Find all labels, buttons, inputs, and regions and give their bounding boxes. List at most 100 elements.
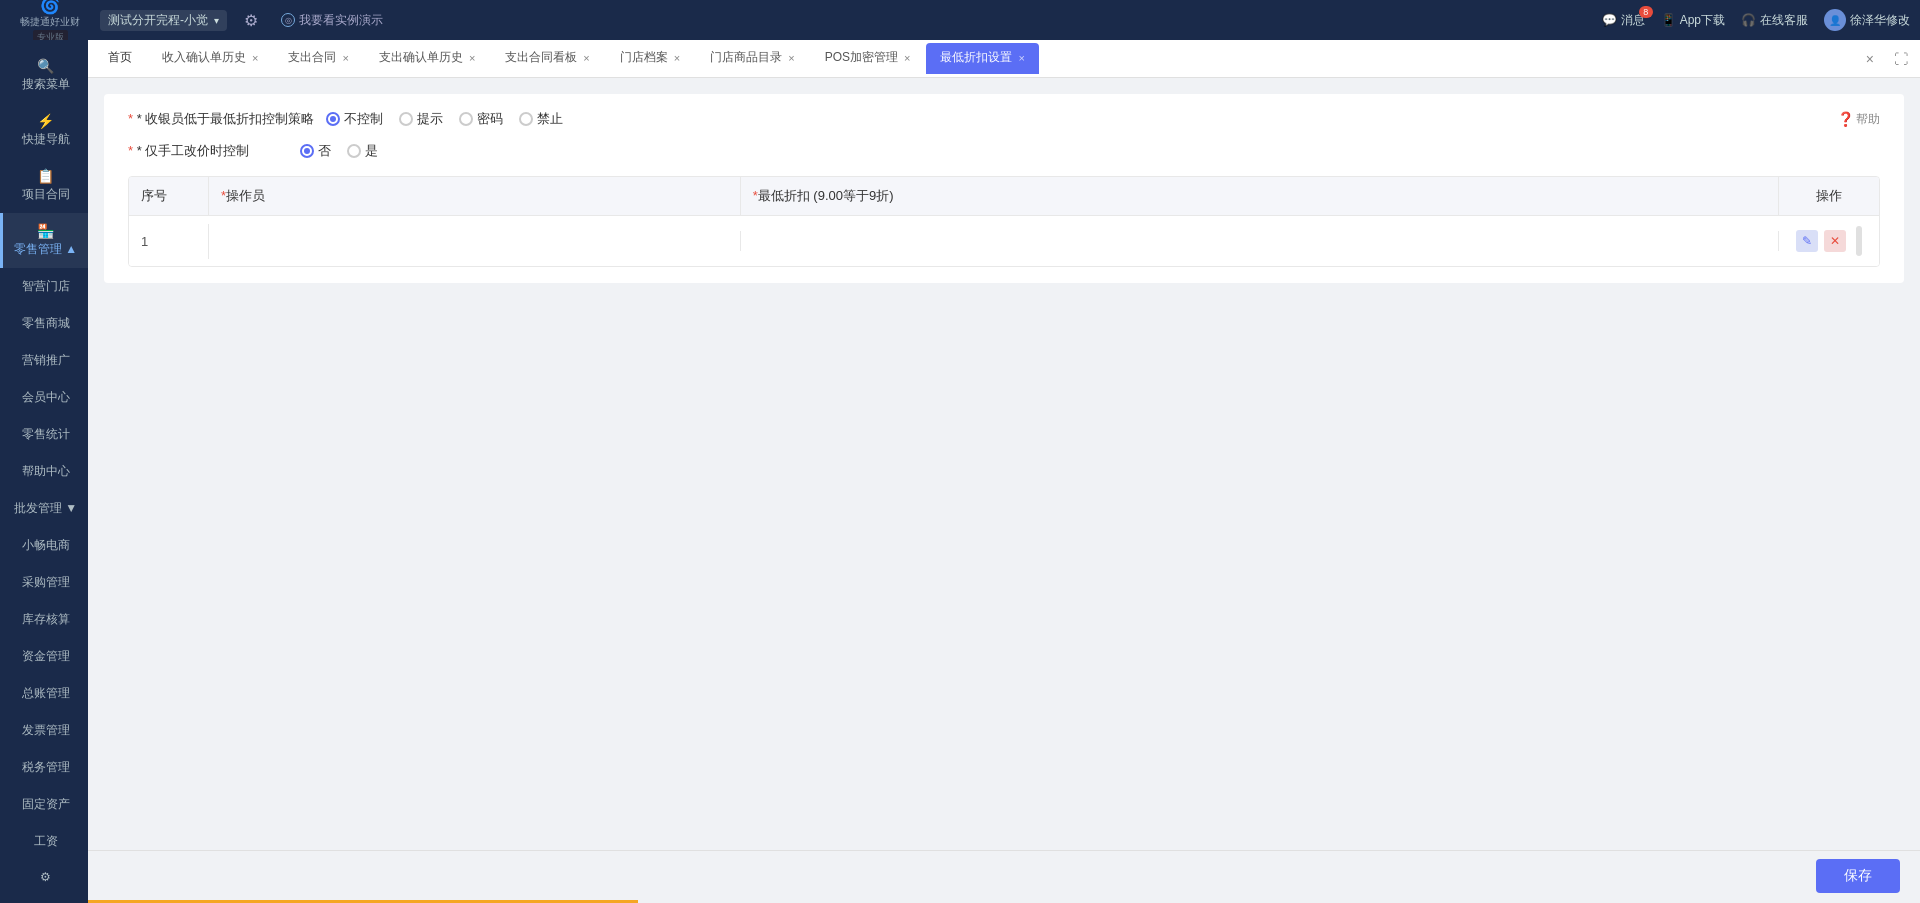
edit-button[interactable]: ✎ <box>1796 230 1818 252</box>
tab-label: 支出确认单历史 <box>379 49 463 66</box>
topbar-settings-button[interactable]: ⚙ <box>237 6 265 34</box>
sidebar-item-ledger[interactable]: 总账管理 <box>0 675 88 712</box>
topbar-right: 💬 消息 8 📱 App下载 🎧 在线客服 👤 徐泽华修改 <box>1602 9 1910 31</box>
sidebar-item-label: 工资 <box>34 833 58 850</box>
sidebar-item-label: 项目合同 <box>22 186 70 203</box>
tab-store-files[interactable]: 门店档案 × <box>606 43 694 74</box>
sidebar-settings-button[interactable]: ⚙ <box>0 860 88 894</box>
sidebar-item-members[interactable]: 会员中心 <box>0 379 88 416</box>
tab-close-icon[interactable]: × <box>252 52 258 64</box>
tab-close-icon[interactable]: × <box>583 52 589 64</box>
save-button[interactable]: 保存 <box>1816 859 1900 893</box>
tab-close-icon[interactable]: × <box>1018 52 1024 64</box>
required-star: * <box>221 188 226 203</box>
help-link[interactable]: ❓ 帮助 <box>1837 111 1880 128</box>
close-tab-button[interactable]: × <box>1860 49 1880 69</box>
th-seq: 序号 <box>129 177 209 215</box>
td-seq: 1 <box>129 224 209 259</box>
topbar: 🌀 畅捷通好业财 专业版 测试分开完程-小觉 ▾ ⚙ ◎ 我要看实例演示 💬 消… <box>0 0 1920 40</box>
tab-payment-confirm-history[interactable]: 支出确认单历史 × <box>365 43 489 74</box>
radio-no[interactable] <box>300 144 314 158</box>
sidebar-item-salary[interactable]: 工资 <box>0 823 88 860</box>
option-password[interactable]: 密码 <box>459 110 503 128</box>
tab-bar: 首页 收入确认单历史 × 支出合同 × 支出确认单历史 × 支出合同看板 × 门… <box>88 40 1920 78</box>
sidebar-item-label: 帮助中心 <box>22 463 70 480</box>
user-name: 徐泽华修改 <box>1850 12 1910 29</box>
tab-store-catalog[interactable]: 门店商品目录 × <box>696 43 808 74</box>
sidebar-item-ecommerce[interactable]: 小畅电商 <box>0 527 88 564</box>
sidebar-item-marketing[interactable]: 营销推广 <box>0 342 88 379</box>
sidebar-item-contract[interactable]: 📋 项目合同 <box>0 158 88 213</box>
tab-payment-contract-board[interactable]: 支出合同看板 × <box>491 43 603 74</box>
user-menu[interactable]: 👤 徐泽华修改 <box>1824 9 1910 31</box>
tab-payment-contract[interactable]: 支出合同 × <box>274 43 362 74</box>
tab-min-discount-settings[interactable]: 最低折扣设置 × <box>926 43 1038 74</box>
sidebar-item-assets[interactable]: 固定资产 <box>0 786 88 823</box>
sidebar-item-retail-stats[interactable]: 零售统计 <box>0 416 88 453</box>
option-no-control[interactable]: 不控制 <box>326 110 383 128</box>
maximize-button[interactable]: ⛶ <box>1888 49 1914 69</box>
demo-link[interactable]: ◎ 我要看实例演示 <box>281 12 383 29</box>
radio-no-control[interactable] <box>326 112 340 126</box>
tab-close-icon[interactable]: × <box>469 52 475 64</box>
radio-yes[interactable] <box>347 144 361 158</box>
message-button[interactable]: 💬 消息 8 <box>1602 12 1645 29</box>
sidebar-item-label: 总账管理 <box>22 685 70 702</box>
option-forbid[interactable]: 禁止 <box>519 110 563 128</box>
th-min-discount: *最低折扣 (9.00等于9折) <box>741 177 1779 215</box>
sidebar-item-purchase[interactable]: 采购管理 <box>0 564 88 601</box>
radio-forbid[interactable] <box>519 112 533 126</box>
sidebar-item-smart-store[interactable]: 智营门店 <box>0 268 88 305</box>
required-star: * <box>128 111 133 126</box>
tab-close-icon[interactable]: × <box>342 52 348 64</box>
sidebar-item-help[interactable]: 帮助中心 <box>0 453 88 490</box>
sidebar-item-invoice[interactable]: 发票管理 <box>0 712 88 749</box>
contract-icon: 📋 <box>37 168 54 184</box>
page-content: * * 收银员低于最低折扣控制策略 不控制 提示 <box>88 78 1920 850</box>
th-actions: 操作 <box>1779 177 1879 215</box>
sidebar-item-wholesale[interactable]: 批发管理 ▼ <box>0 490 88 527</box>
sidebar-item-label: 营销推广 <box>22 352 70 369</box>
table-row: 1 ✎ ✕ <box>129 216 1879 266</box>
sidebar-item-label: 批发管理 ▼ <box>14 500 77 517</box>
tab-home[interactable]: 首页 <box>94 43 146 74</box>
delete-button[interactable]: ✕ <box>1824 230 1846 252</box>
avatar-icon: 👤 <box>1829 15 1841 26</box>
sidebar-item-retail-mall[interactable]: 零售商城 <box>0 305 88 342</box>
settings-card: * * 收银员低于最低折扣控制策略 不控制 提示 <box>104 94 1904 283</box>
radio-remind[interactable] <box>399 112 413 126</box>
search-icon: 🔍 <box>37 58 54 74</box>
cashier-control-row: * * 收银员低于最低折扣控制策略 不控制 提示 <box>128 110 1880 128</box>
tab-income-confirm-history[interactable]: 收入确认单历史 × <box>148 43 272 74</box>
content-area: 首页 收入确认单历史 × 支出合同 × 支出确认单历史 × 支出合同看板 × 门… <box>88 40 1920 903</box>
required-star: * <box>128 143 133 158</box>
tab-label: 门店档案 <box>620 49 668 66</box>
option-no[interactable]: 否 <box>300 142 331 160</box>
sidebar-item-label: 发票管理 <box>22 722 70 739</box>
sidebar-item-funds[interactable]: 资金管理 <box>0 638 88 675</box>
app-logo: 🌀 畅捷通好业财 专业版 <box>10 0 90 45</box>
customer-service-button[interactable]: 🎧 在线客服 <box>1741 12 1808 29</box>
project-name: 测试分开完程-小觉 <box>108 12 208 29</box>
radio-password[interactable] <box>459 112 473 126</box>
sidebar-item-retail[interactable]: 🏪 零售管理 ▲ <box>0 213 88 268</box>
cashier-control-options: 不控制 提示 密码 禁止 <box>326 110 563 128</box>
tab-close-icon[interactable]: × <box>674 52 680 64</box>
tab-close-icon[interactable]: × <box>904 52 910 64</box>
option-remind[interactable]: 提示 <box>399 110 443 128</box>
option-yes[interactable]: 是 <box>347 142 378 160</box>
app-download-button[interactable]: 📱 App下载 <box>1661 12 1725 29</box>
sidebar-item-inventory[interactable]: 库存核算 <box>0 601 88 638</box>
tab-pos-password[interactable]: POS加密管理 × <box>811 43 925 74</box>
project-selector[interactable]: 测试分开完程-小觉 ▾ <box>100 10 227 31</box>
tab-home-label: 首页 <box>108 49 132 66</box>
th-operator: *操作员 <box>209 177 741 215</box>
sidebar-item-search[interactable]: 🔍 搜索菜单 <box>0 48 88 103</box>
cashier-control-label: * * 收银员低于最低折扣控制策略 <box>128 110 314 128</box>
sidebar-item-label: 固定资产 <box>22 796 70 813</box>
sidebar-item-tax[interactable]: 税务管理 <box>0 749 88 786</box>
td-operator <box>209 231 741 251</box>
tab-close-icon[interactable]: × <box>788 52 794 64</box>
tab-label: 支出合同 <box>288 49 336 66</box>
sidebar-item-quicknav[interactable]: ⚡ 快捷导航 <box>0 103 88 158</box>
